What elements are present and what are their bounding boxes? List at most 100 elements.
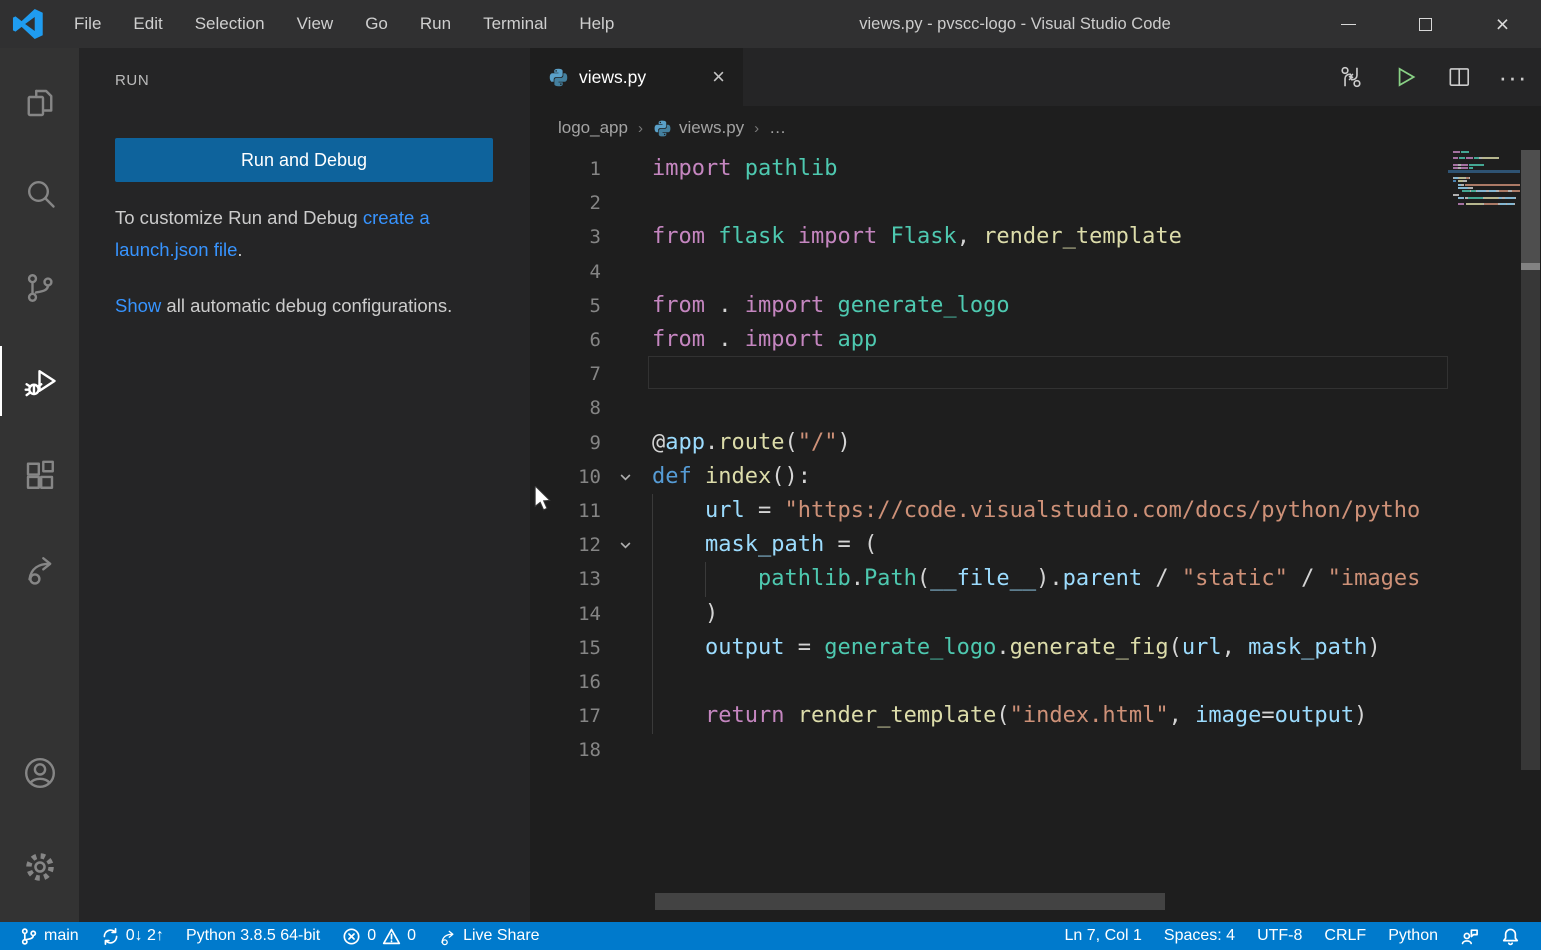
menu-view[interactable]: View xyxy=(281,0,350,48)
more-actions-icon[interactable]: ··· xyxy=(1499,63,1527,91)
minimap-line xyxy=(1489,190,1496,192)
minimap-line xyxy=(1484,203,1498,205)
run-file-icon[interactable] xyxy=(1391,63,1419,91)
status-utf-8[interactable]: UTF-8 xyxy=(1246,922,1313,950)
settings-icon[interactable] xyxy=(0,832,79,902)
status-label: Live Share xyxy=(463,927,540,945)
code-line-16[interactable]: 16 xyxy=(530,665,1541,699)
line-number[interactable]: 12 xyxy=(530,528,601,562)
line-number[interactable]: 1 xyxy=(530,152,601,186)
menu-run[interactable]: Run xyxy=(404,0,467,48)
status-label: Python xyxy=(1388,927,1438,945)
line-number[interactable]: 16 xyxy=(530,665,601,699)
run-and-debug-icon[interactable] xyxy=(0,346,79,416)
minimap-line xyxy=(1512,190,1520,192)
run-and-debug-button[interactable]: Run and Debug xyxy=(115,138,493,182)
line-number[interactable]: 5 xyxy=(530,289,601,323)
code-line-5[interactable]: 5from . import generate_logo xyxy=(530,289,1541,323)
code-line-15[interactable]: 15 output = generate_logo.generate_fig(u… xyxy=(530,631,1541,665)
line-number[interactable]: 4 xyxy=(530,255,601,289)
breadcrumb-views-py[interactable]: views.py xyxy=(653,118,744,138)
source-control-icon[interactable] xyxy=(0,253,79,323)
status-0-2[interactable]: 0↓ 2↑ xyxy=(90,922,175,950)
code-line-10[interactable]: 10def index(): xyxy=(530,460,1541,494)
code-line-2[interactable]: 2 xyxy=(530,186,1541,220)
line-number[interactable]: 15 xyxy=(530,631,601,665)
search-icon[interactable] xyxy=(0,158,79,228)
customize-run-text: To customize Run and Debug create a laun… xyxy=(115,202,499,266)
explorer-icon[interactable] xyxy=(0,68,79,138)
maximize-button[interactable] xyxy=(1387,0,1464,48)
close-button[interactable]: × xyxy=(1464,0,1541,48)
code-line-11[interactable]: 11 url = "https://code.visualstudio.com/… xyxy=(530,494,1541,528)
breadcrumb-logo_app[interactable]: logo_app xyxy=(558,118,628,138)
fold-chevron-icon[interactable] xyxy=(618,538,644,553)
status-spaces-4[interactable]: Spaces: 4 xyxy=(1153,922,1246,950)
status-python[interactable]: Python xyxy=(1377,922,1449,950)
line-number[interactable]: 13 xyxy=(530,562,601,596)
minimap-line xyxy=(1453,151,1460,153)
link[interactable]: Show xyxy=(115,295,161,316)
line-number[interactable]: 3 xyxy=(530,220,601,254)
horizontal-scrollbar-thumb[interactable] xyxy=(655,893,1165,910)
menu-file[interactable]: File xyxy=(58,0,117,48)
menu-terminal[interactable]: Terminal xyxy=(467,0,563,48)
split-editor-icon[interactable] xyxy=(1445,63,1473,91)
code-line-7[interactable]: 7 xyxy=(530,357,1541,391)
vertical-scrollbar[interactable] xyxy=(1520,150,1541,922)
line-number[interactable]: 9 xyxy=(530,426,601,460)
minimap-line xyxy=(1461,151,1469,153)
minimap-line xyxy=(1507,203,1514,205)
line-number[interactable]: 2 xyxy=(530,186,601,220)
menu-go[interactable]: Go xyxy=(349,0,404,48)
tab-close-icon[interactable]: × xyxy=(708,64,729,90)
live-share-icon[interactable] xyxy=(0,533,79,603)
code-line-6[interactable]: 6from . import app xyxy=(530,323,1541,357)
code-line-1[interactable]: 1import pathlib xyxy=(530,152,1541,186)
status-bell[interactable] xyxy=(1490,922,1531,950)
code-editor[interactable]: 1import pathlib23from flask import Flask… xyxy=(530,150,1541,922)
status-main[interactable]: main xyxy=(8,922,90,950)
minimap[interactable] xyxy=(1448,150,1520,922)
code-line-14[interactable]: 14 ) xyxy=(530,597,1541,631)
code-line-8[interactable]: 8 xyxy=(530,391,1541,425)
code-line-12[interactable]: 12 mask_path = ( xyxy=(530,528,1541,562)
fold-chevron-icon[interactable] xyxy=(618,470,644,485)
accounts-icon[interactable] xyxy=(0,738,79,808)
status-crlf[interactable]: CRLF xyxy=(1313,922,1377,950)
code-line-18[interactable]: 18 xyxy=(530,733,1541,767)
status-0[interactable]: 00 xyxy=(331,922,427,950)
status-label: 0↓ 2↑ xyxy=(126,927,164,945)
breadcrumb-symbols[interactable]: … xyxy=(769,118,786,138)
line-number[interactable]: 7 xyxy=(530,357,601,391)
line-number[interactable]: 6 xyxy=(530,323,601,357)
tab-views-py[interactable]: views.py × xyxy=(530,48,743,106)
menu-help[interactable]: Help xyxy=(563,0,630,48)
minimap-line xyxy=(1461,164,1468,166)
breadcrumb-separator-icon: › xyxy=(638,120,643,137)
status-python-3-8-5-64-bit[interactable]: Python 3.8.5 64-bit xyxy=(175,922,331,950)
line-number[interactable]: 17 xyxy=(530,699,601,733)
line-number[interactable]: 8 xyxy=(530,391,601,425)
minimize-button[interactable] xyxy=(1310,0,1387,48)
status-feedback[interactable] xyxy=(1449,922,1490,950)
code-line-17[interactable]: 17 return render_template("index.html", … xyxy=(530,699,1541,733)
code-line-3[interactable]: 3from flask import Flask, render_templat… xyxy=(530,220,1541,254)
code-line-9[interactable]: 9@app.route("/") xyxy=(530,426,1541,460)
code-text: output = generate_logo.generate_fig(url,… xyxy=(652,631,1448,665)
window-controls: × xyxy=(1310,0,1541,48)
open-changes-icon[interactable] xyxy=(1337,63,1365,91)
extensions-icon[interactable] xyxy=(0,440,79,510)
live-share-icon xyxy=(438,927,457,946)
code-line-4[interactable]: 4 xyxy=(530,255,1541,289)
status-ln-7-col-1[interactable]: Ln 7, Col 1 xyxy=(1054,922,1153,950)
vertical-scrollbar-thumb[interactable] xyxy=(1521,150,1540,268)
minimap-line xyxy=(1453,180,1456,182)
menu-selection[interactable]: Selection xyxy=(179,0,281,48)
menu-edit[interactable]: Edit xyxy=(117,0,178,48)
code-line-13[interactable]: 13 pathlib.Path(__file__).parent / "stat… xyxy=(530,562,1541,596)
line-number[interactable]: 18 xyxy=(530,733,601,767)
status-live-share[interactable]: Live Share xyxy=(427,922,551,950)
line-number[interactable]: 14 xyxy=(530,597,601,631)
minimap-line xyxy=(1462,190,1470,192)
